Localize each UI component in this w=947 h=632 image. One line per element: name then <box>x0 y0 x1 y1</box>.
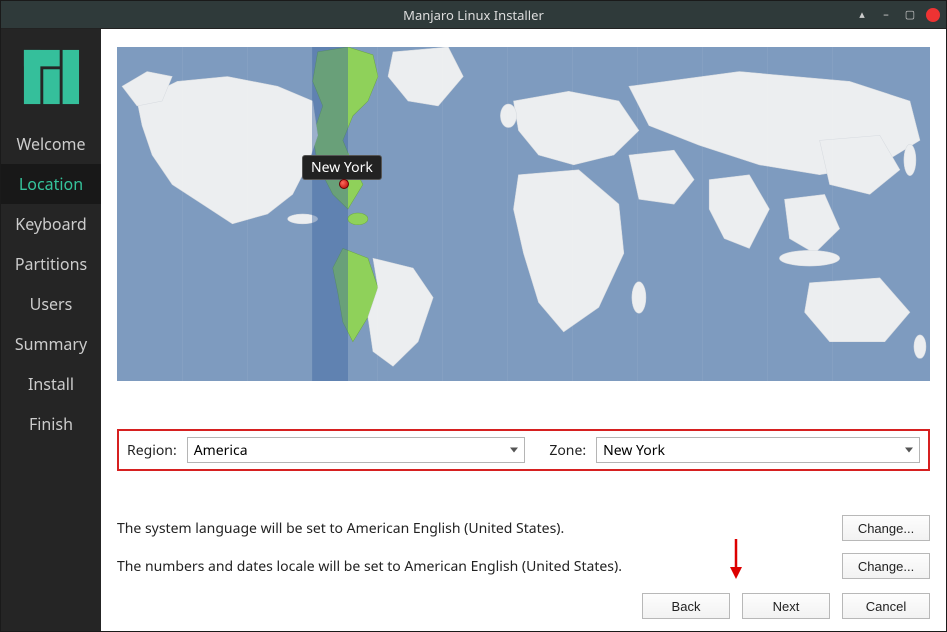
chevron-down-icon <box>510 448 518 453</box>
sidebar-item-users[interactable]: Users <box>1 284 101 324</box>
main-panel: New York Region: America Zone: New York … <box>101 29 946 631</box>
window-title: Manjaro Linux Installer <box>403 6 544 24</box>
change-locale-button[interactable]: Change... <box>842 553 930 579</box>
chevron-down-icon <box>905 448 913 453</box>
city-pin <box>339 179 349 189</box>
window-controls: ▴ – ▢ <box>854 7 940 23</box>
sidebar-item-label: Finish <box>29 413 73 435</box>
zone-select-value: New York <box>603 441 665 460</box>
back-button[interactable]: Back <box>642 593 730 619</box>
sidebar-item-install[interactable]: Install <box>1 364 101 404</box>
region-select[interactable]: America <box>187 437 526 463</box>
close-icon[interactable] <box>926 8 940 22</box>
locale-info: The system language will be set to Ameri… <box>117 515 930 579</box>
maximize-icon[interactable]: ▢ <box>902 7 918 23</box>
world-map-svg <box>117 47 930 381</box>
sidebar-item-label: Users <box>30 293 73 315</box>
language-row: The system language will be set to Ameri… <box>117 515 930 541</box>
region-zone-row: Region: America Zone: New York <box>117 429 930 471</box>
sidebar-item-keyboard[interactable]: Keyboard <box>1 204 101 244</box>
sidebar-item-welcome[interactable]: Welcome <box>1 124 101 164</box>
installer-window: Manjaro Linux Installer ▴ – ▢ Welcome Lo… <box>0 0 947 632</box>
timezone-map[interactable]: New York <box>117 47 930 381</box>
locale-row: The numbers and dates locale will be set… <box>117 553 930 579</box>
sidebar-item-location[interactable]: Location <box>1 164 101 204</box>
zone-select[interactable]: New York <box>596 437 920 463</box>
sidebar-item-label: Summary <box>15 333 87 355</box>
city-label: New York <box>302 155 382 180</box>
next-button[interactable]: Next <box>742 593 830 619</box>
sidebar-item-label: Keyboard <box>15 213 86 235</box>
titlebar: Manjaro Linux Installer ▴ – ▢ <box>1 1 946 29</box>
sidebar-item-label: Install <box>28 373 74 395</box>
sidebar-item-finish[interactable]: Finish <box>1 404 101 444</box>
shade-icon[interactable]: ▴ <box>854 7 870 23</box>
sidebar: Welcome Location Keyboard Partitions Use… <box>1 29 101 631</box>
sidebar-item-label: Location <box>19 173 83 195</box>
body: Welcome Location Keyboard Partitions Use… <box>1 29 946 631</box>
language-text: The system language will be set to Ameri… <box>117 519 564 538</box>
timezone-highlight-band <box>312 47 348 381</box>
locale-text: The numbers and dates locale will be set… <box>117 557 622 576</box>
sidebar-item-partitions[interactable]: Partitions <box>1 244 101 284</box>
minimize-icon[interactable]: – <box>878 7 894 23</box>
change-language-button[interactable]: Change... <box>842 515 930 541</box>
sidebar-item-summary[interactable]: Summary <box>1 324 101 364</box>
region-select-value: America <box>194 441 248 460</box>
annotation-arrow <box>727 537 745 584</box>
footer-buttons: Back Next Cancel <box>117 579 930 619</box>
zone-label: Zone: <box>549 441 586 460</box>
cancel-button[interactable]: Cancel <box>842 593 930 619</box>
sidebar-item-label: Welcome <box>16 133 85 155</box>
sidebar-item-label: Partitions <box>15 253 87 275</box>
manjaro-logo <box>1 29 101 124</box>
region-label: Region: <box>127 441 177 460</box>
